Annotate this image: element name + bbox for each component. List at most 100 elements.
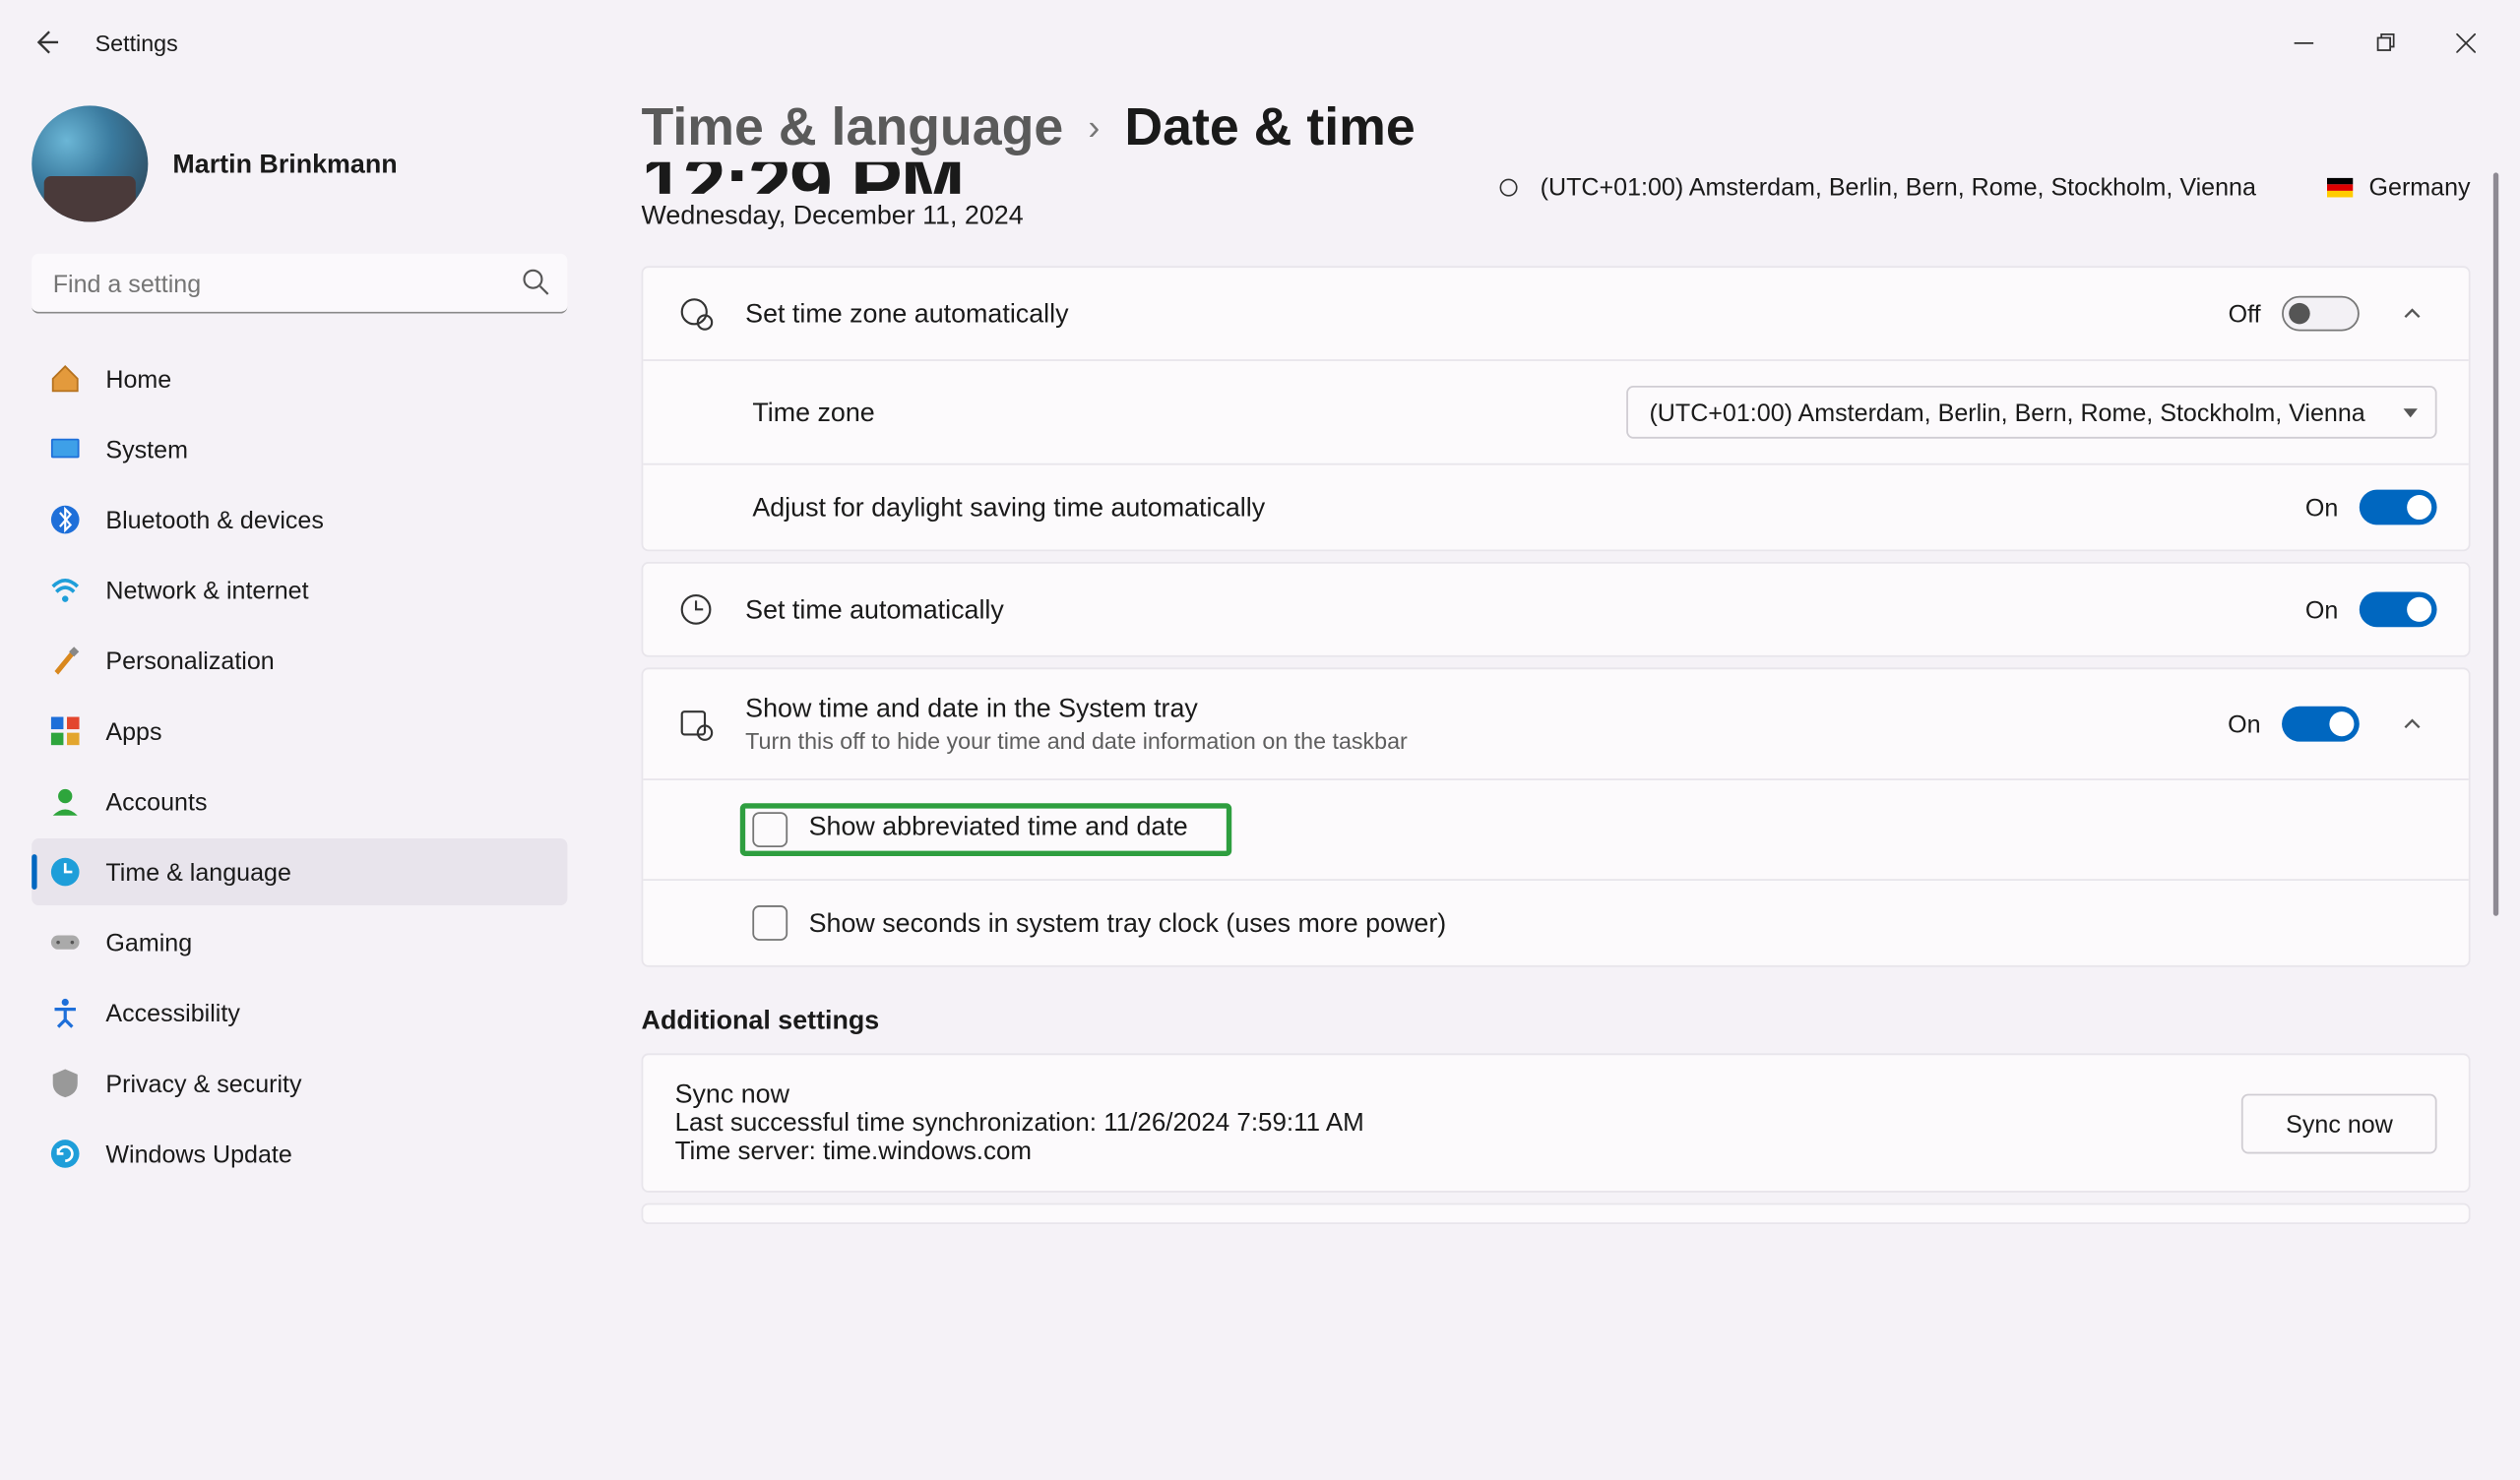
sidebar-item-gaming[interactable]: Gaming [32, 909, 567, 976]
row-auto-time[interactable]: Set time automatically On [643, 564, 2468, 655]
back-button[interactable] [14, 11, 77, 74]
card-auto-timezone: Set time zone automatically Off Time zon… [642, 266, 2471, 551]
sync-now-button[interactable]: Sync now [2241, 1093, 2436, 1153]
toggle-auto-time[interactable] [2360, 591, 2437, 627]
sidebar-item-label: Home [105, 365, 171, 394]
sidebar-item-label: Windows Update [105, 1140, 291, 1168]
card-sync: Sync now Last successful time synchroniz… [642, 1053, 2471, 1192]
row-dst: Adjust for daylight saving time automati… [643, 463, 2468, 550]
sidebar-item-bluetooth[interactable]: Bluetooth & devices [32, 486, 567, 553]
bluetooth-icon [49, 504, 81, 535]
toggle-auto-timezone[interactable] [2282, 296, 2360, 332]
toggle-systray[interactable] [2282, 707, 2360, 742]
sidebar-item-privacy[interactable]: Privacy & security [32, 1050, 567, 1117]
expand-button[interactable] [2387, 713, 2436, 734]
profile-section[interactable]: Martin Brinkmann [32, 105, 581, 221]
checkbox-abbrev[interactable] [752, 812, 788, 847]
avatar [32, 105, 148, 221]
shield-icon [49, 1068, 81, 1099]
sidebar-item-label: Apps [105, 717, 161, 746]
minimize-button[interactable] [2262, 14, 2343, 70]
checkbox-label: Show abbreviated time and date [809, 812, 1188, 847]
page-title: Date & time [1124, 98, 1415, 158]
search-box [32, 254, 567, 314]
search-icon[interactable] [522, 268, 550, 305]
expand-button[interactable] [2387, 303, 2436, 324]
checkbox-label: Show seconds in system tray clock (uses … [809, 908, 1447, 938]
timezone-dropdown[interactable]: (UTC+01:00) Amsterdam, Berlin, Bern, Rom… [1626, 386, 2436, 439]
accessibility-icon [49, 997, 81, 1028]
card-systray: Show time and date in the System tray Tu… [642, 667, 2471, 966]
breadcrumb: Time & language › Date & time [642, 98, 2502, 158]
sidebar-item-accounts[interactable]: Accounts [32, 768, 567, 834]
main-panel: Time & language › Date & time 12:29 PM W… [599, 85, 2520, 1480]
region-info: Germany [2327, 172, 2471, 201]
clock-header: 12:29 PM Wednesday, December 11, 2024 (U… [642, 162, 2471, 256]
current-time: 12:29 PM [642, 162, 1024, 194]
row-auto-timezone[interactable]: Set time zone automatically Off [643, 268, 2468, 359]
sidebar-item-personalization[interactable]: Personalization [32, 627, 567, 694]
toggle-state: On [2228, 709, 2260, 738]
chevron-right-icon: › [1088, 108, 1100, 149]
brush-icon [49, 645, 81, 676]
sidebar-item-label: Accessibility [105, 999, 239, 1027]
sidebar-item-update[interactable]: Windows Update [32, 1120, 567, 1187]
row-systray[interactable]: Show time and date in the System tray Tu… [643, 669, 2468, 778]
nav: Home System Bluetooth & devices Network … [32, 345, 567, 1188]
window-controls [2262, 14, 2505, 70]
toggle-state: On [2305, 493, 2338, 522]
scroll-area: 12:29 PM Wednesday, December 11, 2024 (U… [642, 162, 2502, 1445]
toggle-state: Off [2229, 299, 2261, 328]
toggle-dst[interactable] [2360, 490, 2437, 525]
sidebar-item-apps[interactable]: Apps [32, 698, 567, 765]
toggle-state: On [2305, 595, 2338, 624]
sidebar-item-home[interactable]: Home [32, 345, 567, 412]
sidebar-item-label: Network & internet [105, 576, 308, 604]
sidebar-item-network[interactable]: Network & internet [32, 557, 567, 624]
close-button[interactable] [2425, 14, 2505, 70]
sidebar-item-accessibility[interactable]: Accessibility [32, 979, 567, 1046]
maximize-button[interactable] [2344, 14, 2425, 70]
search-input[interactable] [32, 254, 567, 314]
card-auto-time: Set time automatically On [642, 562, 2471, 657]
checkbox-seconds[interactable] [752, 905, 788, 941]
sidebar-item-time[interactable]: Time & language [32, 838, 567, 905]
sync-title: Sync now [675, 1079, 2214, 1109]
clock-globe-icon [49, 856, 81, 888]
setting-title: Show time and date in the System tray [745, 694, 2199, 723]
dropdown-value: (UTC+01:00) Amsterdam, Berlin, Bern, Rom… [1649, 399, 2364, 427]
app-title: Settings [95, 30, 178, 56]
globe-icon [1498, 177, 1527, 197]
calendar-clock-icon [675, 707, 718, 742]
sidebar-item-label: Accounts [105, 787, 207, 816]
flag-icon [2327, 177, 2356, 197]
timezone-text: (UTC+01:00) Amsterdam, Berlin, Bern, Rom… [1541, 172, 2256, 201]
row-sync: Sync now Last successful time synchroniz… [643, 1055, 2468, 1191]
row-seconds: Show seconds in system tray clock (uses … [643, 879, 2468, 965]
row-abbrev: Show abbreviated time and date [643, 778, 2468, 879]
region-text: Germany [2369, 172, 2471, 201]
row-timezone-picker: Time zone (UTC+01:00) Amsterdam, Berlin,… [643, 359, 2468, 463]
sync-server: Time server: time.windows.com [675, 1138, 2214, 1166]
apps-icon [49, 715, 81, 747]
system-icon [49, 433, 81, 464]
current-date: Wednesday, December 11, 2024 [642, 201, 1024, 230]
setting-title: Adjust for daylight saving time automati… [752, 492, 2280, 522]
update-icon [49, 1138, 81, 1169]
sync-last: Last successful time synchronization: 11… [675, 1110, 2214, 1139]
scrollbar[interactable] [2485, 162, 2498, 1445]
home-icon [49, 363, 81, 395]
sidebar-item-label: Privacy & security [105, 1070, 301, 1098]
wifi-icon [49, 575, 81, 606]
setting-title: Set time zone automatically [745, 298, 2200, 328]
sidebar-item-system[interactable]: System [32, 415, 567, 482]
setting-title: Time zone [752, 398, 1602, 427]
sidebar-item-label: Personalization [105, 647, 274, 675]
breadcrumb-parent[interactable]: Time & language [642, 98, 1064, 158]
highlight-box: Show abbreviated time and date [742, 805, 1230, 854]
sidebar: Martin Brinkmann Home System Bluetooth &… [0, 85, 599, 1480]
sidebar-item-label: Time & language [105, 858, 291, 887]
scrollbar-thumb[interactable] [2493, 172, 2498, 916]
sidebar-item-label: Bluetooth & devices [105, 506, 324, 534]
profile-name: Martin Brinkmann [172, 149, 397, 178]
